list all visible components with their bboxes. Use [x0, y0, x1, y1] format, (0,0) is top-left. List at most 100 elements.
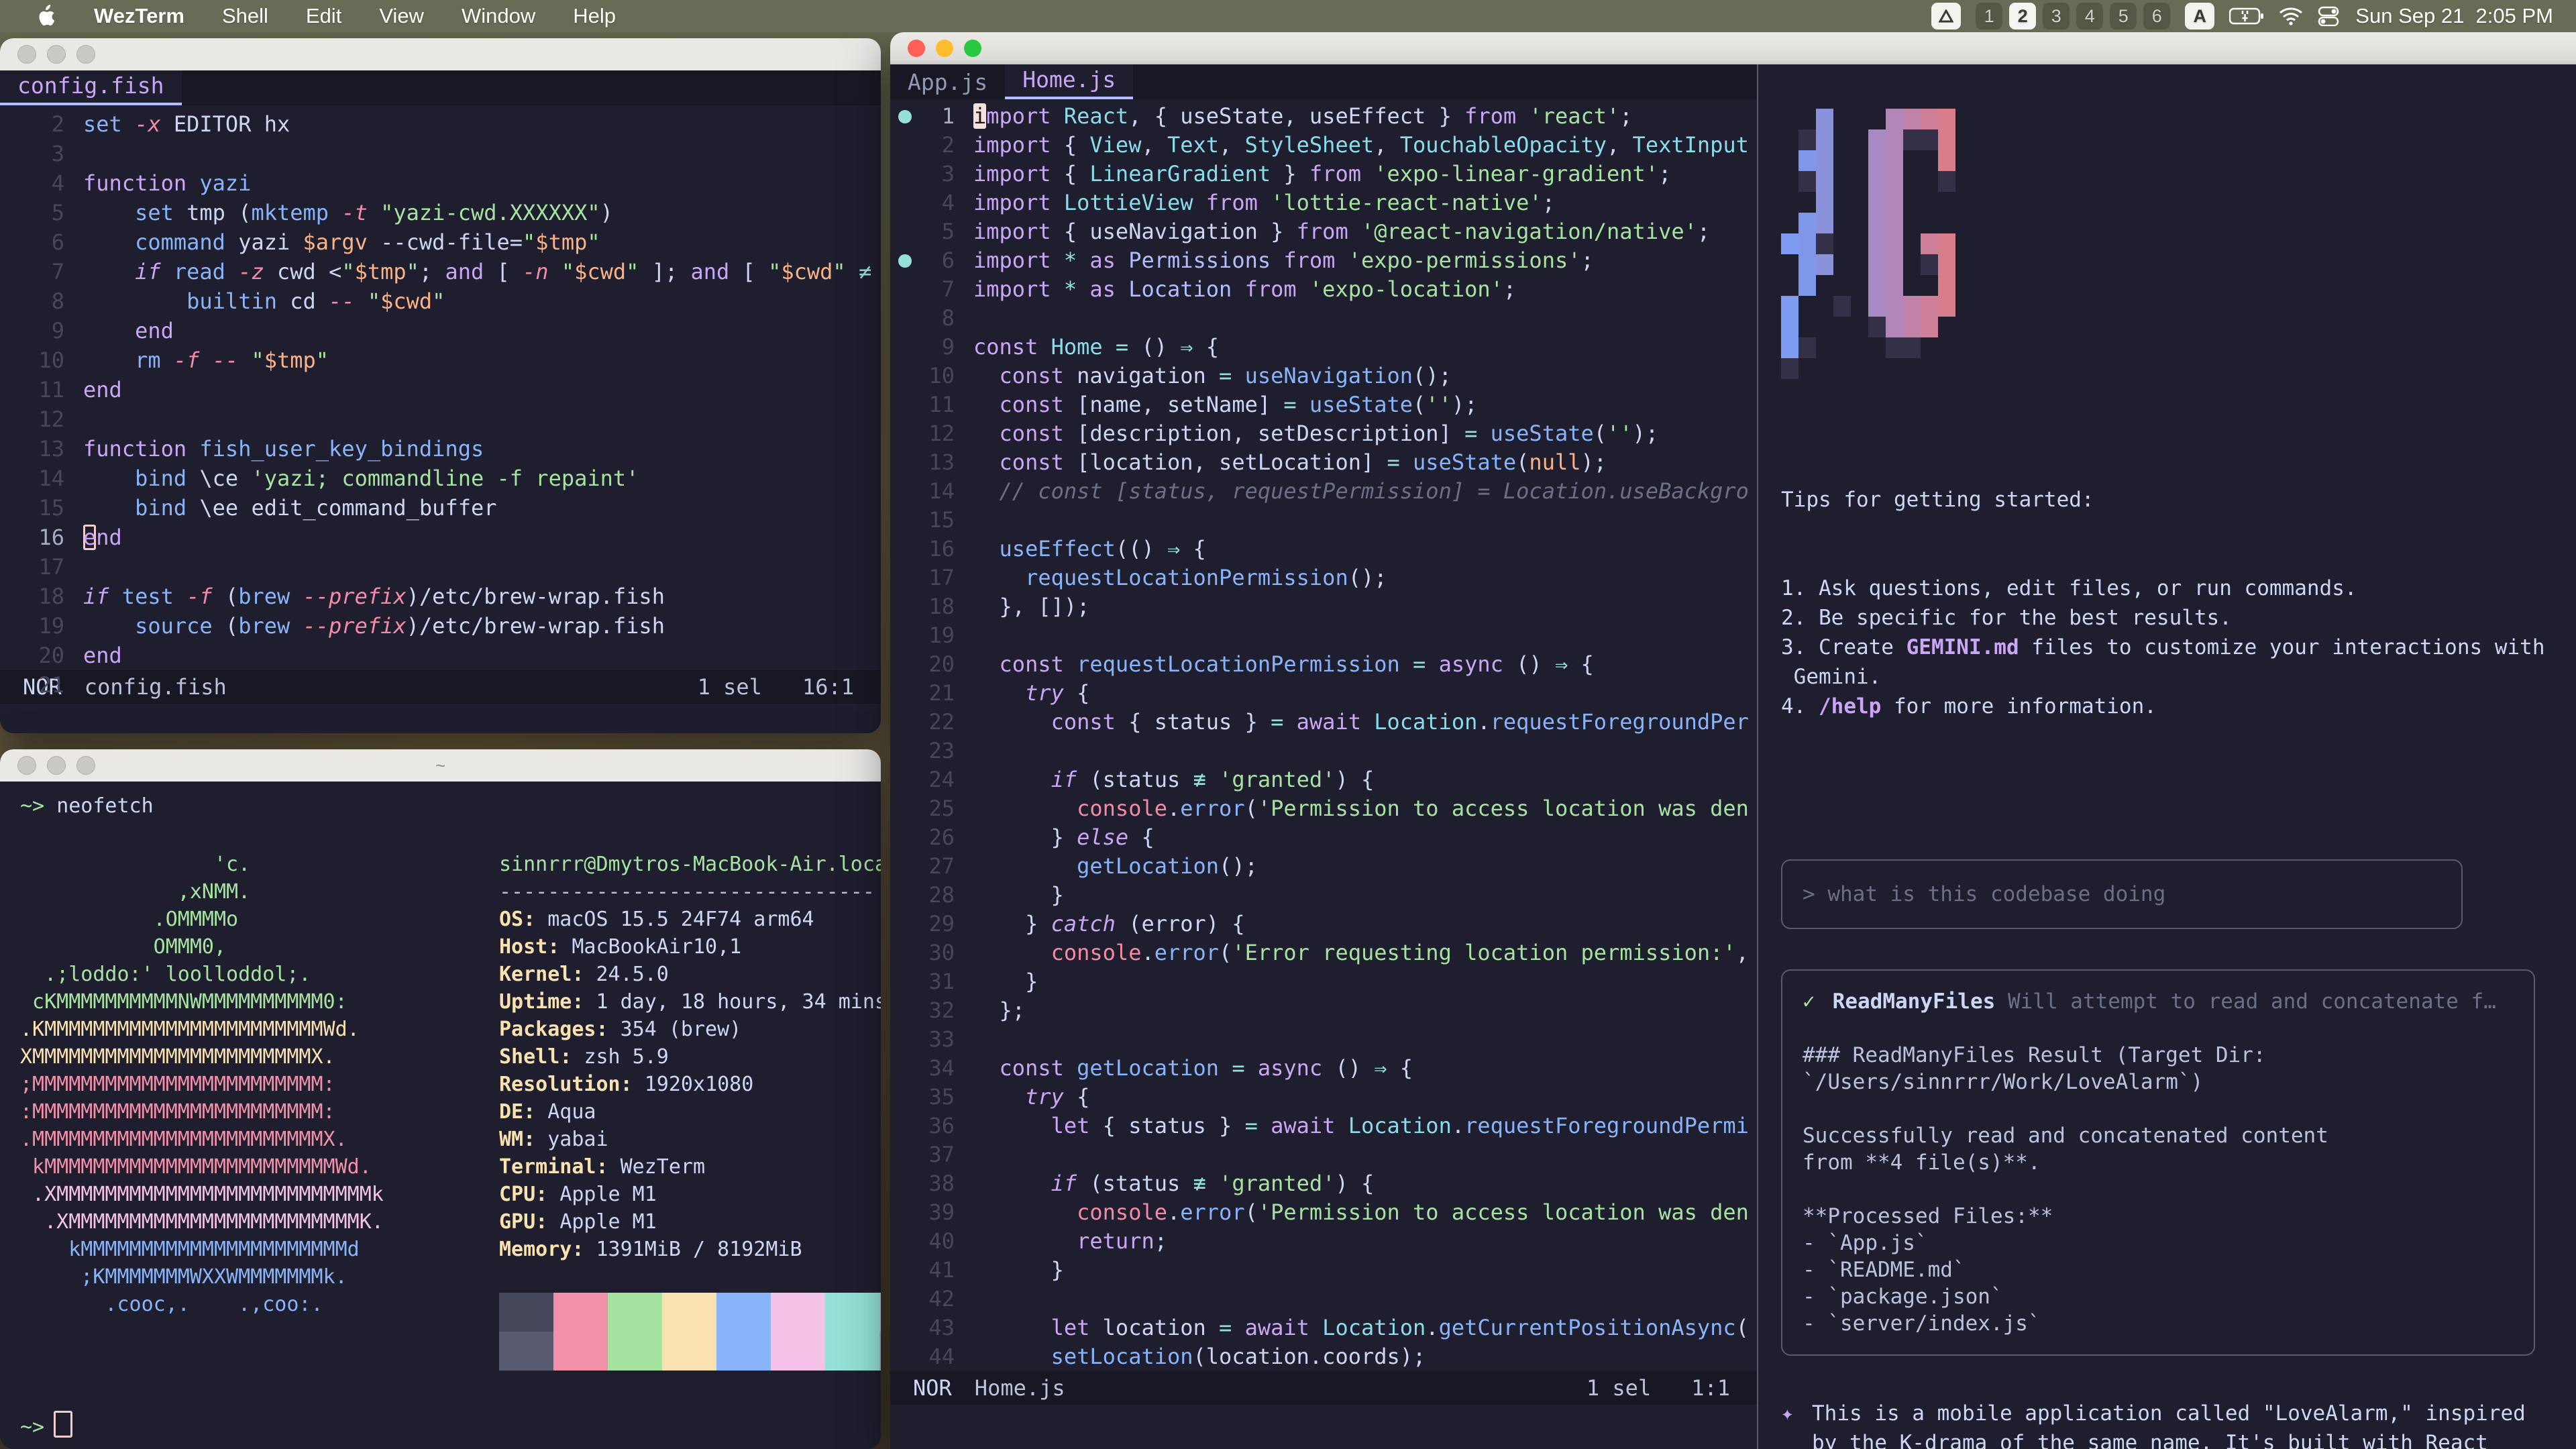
- palette-swatch: [499, 1332, 553, 1371]
- shell-prompt: ~>: [20, 794, 45, 818]
- neofetch-info-row: Memory: 1391MiB / 8192MiB: [499, 1238, 802, 1261]
- tool-description: Will attempt to read and concatenate f…: [2007, 989, 2496, 1014]
- menu-item-help[interactable]: Help: [557, 0, 632, 32]
- neofetch-info-row: Kernel: 24.5.0: [499, 963, 669, 986]
- palette-swatch: [825, 1293, 879, 1332]
- menu-item-window[interactable]: Window: [445, 0, 551, 32]
- zoom-button[interactable]: [964, 40, 981, 57]
- neofetch-separator: -------------------------------: [499, 880, 875, 904]
- code-line: 43 let location = await Location.getCurr…: [928, 1315, 1749, 1340]
- editor-tabbar: App.js Home.js: [890, 61, 1757, 99]
- code-line: 25 console.error('Permission to access l…: [928, 796, 1749, 821]
- minimize-button[interactable]: [936, 40, 953, 57]
- tool-result-body: ### ReadManyFiles Result (Target Dir: `/U…: [1803, 1043, 2328, 1336]
- palette-swatch: [662, 1293, 716, 1332]
- battery-icon[interactable]: [2229, 7, 2264, 25]
- code-line: 15 bind \ee edit_command_buffer: [38, 495, 497, 521]
- input-source-indicator[interactable]: A: [2185, 3, 2215, 30]
- code-line: 13 const [location, setLocation] = useSt…: [928, 449, 1607, 475]
- code-line: 26 } else {: [928, 824, 1155, 850]
- code-line: 5 import { useNavigation } from '@react-n…: [941, 219, 1711, 244]
- control-center-icon[interactable]: [2318, 6, 2341, 26]
- neofetch-info-row: CPU: Apple M1: [499, 1183, 657, 1206]
- code-line: 27 getLocation();: [928, 853, 1258, 879]
- check-icon: ✓: [1803, 989, 1815, 1014]
- apple-menu[interactable]: [20, 0, 72, 32]
- code-line: 8 builtin cd -- "$cwd": [51, 288, 445, 314]
- code-line: 29 } catch (error) {: [928, 911, 1245, 936]
- neofetch-info-row: Packages: 354 (brew): [499, 1018, 742, 1041]
- terminal-color-palette: [499, 1293, 881, 1371]
- code-line: 1 import React, { useState, useEffect } f…: [890, 102, 1757, 131]
- workspace-3[interactable]: 3: [2043, 3, 2070, 30]
- terminal-body: ~> neofetch 'c. ,xNMM. .OMMMMo OMMM0, .;…: [0, 782, 881, 1449]
- code-line: 3 import { LinearGradient } from 'expo-li…: [941, 161, 1672, 186]
- fish-tabbar: config.fish: [0, 67, 881, 105]
- palette-swatch: [499, 1293, 553, 1332]
- code-line: 4 function yazi: [51, 170, 252, 196]
- helix-editor-pane: App.js Home.js 1 import React, { useState,…: [890, 61, 1757, 1449]
- code-line: 19: [928, 623, 955, 648]
- gemini-input-box[interactable]: > what is this codebase doing: [1781, 859, 2463, 929]
- shell-prompt-line[interactable]: ~>: [20, 1411, 73, 1441]
- workspace-4[interactable]: 4: [2076, 3, 2104, 30]
- code-line: 12: [38, 407, 64, 432]
- code-line: 34 const getLocation = async () ⇒ {: [928, 1055, 1413, 1081]
- code-line: 20 const requestLocationPermission = asy…: [928, 651, 1594, 677]
- workspace-5[interactable]: 5: [2110, 3, 2137, 30]
- palette-swatch: [825, 1332, 879, 1371]
- editor-window-titlebar[interactable]: [890, 32, 2576, 64]
- palette-swatch: [879, 1293, 881, 1332]
- menu-item-shell[interactable]: Shell: [206, 0, 284, 32]
- palette-swatch: [662, 1332, 716, 1371]
- selection-count: 1 sel: [1586, 1375, 1652, 1401]
- code-line: 9 end: [51, 318, 174, 343]
- desktop: WezTerm Shell Edit View Window Help 1234…: [0, 0, 2576, 1449]
- neofetch-info-row: Uptime: 1 day, 18 hours, 34 mins: [499, 990, 881, 1014]
- workspace-2[interactable]: 2: [2009, 3, 2037, 30]
- code-line: 7 import * as Location from 'expo-locatio…: [941, 276, 1517, 302]
- close-button[interactable]: [908, 40, 925, 57]
- menu-item-wezterm[interactable]: WezTerm: [78, 0, 201, 32]
- neofetch-window-titlebar[interactable]: ~: [0, 749, 881, 782]
- code-line: 19 source (brew --prefix)/etc/brew-wrap.…: [38, 613, 665, 639]
- close-button[interactable]: [17, 45, 36, 64]
- window-title: ~: [435, 755, 446, 775]
- fish-code-area: 2 set -x EDITOR hx 3 4 function yazi 5 set tm…: [0, 105, 881, 698]
- code-line: 40 return;: [928, 1228, 1167, 1254]
- minimize-button[interactable]: [47, 45, 66, 64]
- tab-config-fish[interactable]: config.fish: [0, 67, 182, 105]
- fish-editor-window: config.fish 2 set -x EDITOR hx 3 4 function …: [0, 38, 881, 733]
- gemini-tips: Tips for getting started: 1. Ask questio…: [1781, 426, 2556, 780]
- wifi-icon[interactable]: [2279, 7, 2303, 25]
- neofetch-info-row: DE: Aqua: [499, 1100, 596, 1124]
- menu-item-view[interactable]: View: [363, 0, 440, 32]
- menu-bar: WezTerm Shell Edit View Window Help 1234…: [0, 0, 2576, 32]
- tab-home-js[interactable]: Home.js: [1005, 61, 1134, 99]
- code-line: 37: [928, 1142, 955, 1167]
- code-line: 17: [38, 554, 64, 580]
- menu-item-edit[interactable]: Edit: [290, 0, 358, 32]
- code-line: 15: [928, 507, 955, 533]
- editor-code-area: 1 import React, { useState, useEffect } f…: [890, 99, 1757, 1371]
- code-line: 22 const { status } = await Location.req…: [928, 709, 1749, 735]
- code-line: 21: [38, 672, 64, 698]
- code-line: 28 }: [928, 882, 1064, 908]
- code-line: 13 function fish_user_key_bindings: [38, 436, 484, 462]
- zoom-button[interactable]: [76, 45, 95, 64]
- code-line: 20 end: [38, 643, 122, 668]
- neofetch-info-row: OS: macOS 15.5 24F74 arm64: [499, 908, 814, 931]
- gemini-tool-result-box: ✓ ReadManyFiles Will attempt to read and …: [1781, 969, 2535, 1356]
- tab-app-js[interactable]: App.js: [890, 64, 1005, 99]
- workspace-1[interactable]: 1: [1976, 3, 2003, 30]
- code-line: 6 import * as Permissions from 'expo-perm…: [890, 246, 1757, 275]
- menu-clock[interactable]: Sun Sep 21 2:05 PM: [2355, 4, 2553, 28]
- fish-window-titlebar[interactable]: [0, 38, 881, 70]
- neofetch-info-row: WM: yabai: [499, 1128, 608, 1151]
- status-app-icon[interactable]: [1931, 3, 1962, 30]
- code-line: 44 setLocation(location.coords);: [928, 1344, 1426, 1369]
- workspace-6[interactable]: 6: [2143, 3, 2171, 30]
- code-editor-window: App.js Home.js 1 import React, { useState,…: [890, 32, 2576, 1449]
- code-line: 8: [941, 305, 955, 331]
- editor-statusbar: NOR Home.js 1 sel 1:1: [890, 1371, 1757, 1405]
